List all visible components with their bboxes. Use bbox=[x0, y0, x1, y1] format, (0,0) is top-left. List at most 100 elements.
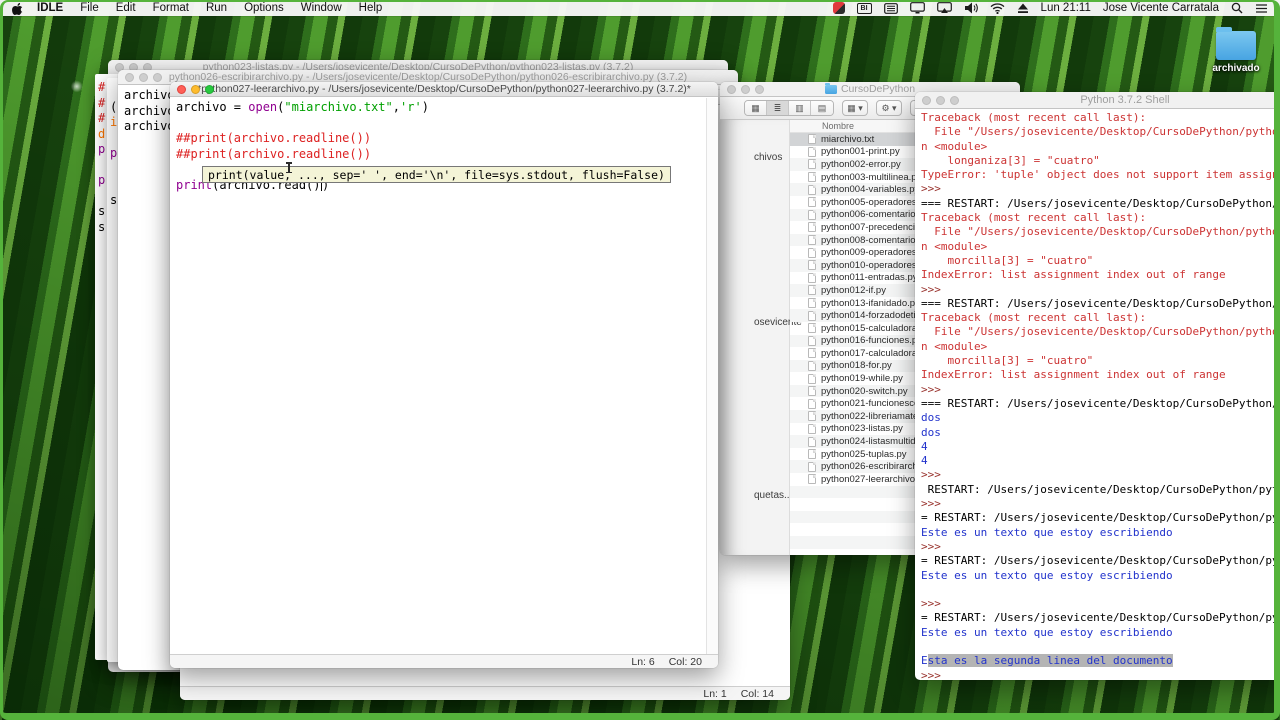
text-span: >>> bbox=[921, 182, 948, 196]
minimize-button[interactable] bbox=[741, 84, 750, 94]
editor-status-bar: Ln: 1 Col: 14 bbox=[180, 686, 790, 700]
menu-file[interactable]: File bbox=[80, 2, 99, 14]
text-line: >>> bbox=[921, 283, 1280, 297]
close-button[interactable] bbox=[922, 95, 931, 105]
menu-clock[interactable]: Lun 21:11 bbox=[1041, 2, 1091, 14]
red-app-icon[interactable] bbox=[832, 2, 845, 14]
folder-label: archivado bbox=[1212, 63, 1260, 74]
text-span: Este es un texto que estoy escribiendo bbox=[921, 625, 1173, 639]
zoom-button[interactable] bbox=[950, 95, 959, 105]
text-span: # bbox=[98, 111, 106, 125]
menu-status-area: BI Lun 21:11 Jose Vicente Carratala bbox=[832, 2, 1268, 14]
icon-view-button[interactable]: ▦ bbox=[745, 101, 767, 115]
text-span: === RESTART: /Users/josevicente/Desktop/… bbox=[921, 296, 1279, 310]
menu-options[interactable]: Options bbox=[244, 2, 284, 14]
minimize-button[interactable] bbox=[936, 95, 945, 105]
close-button[interactable] bbox=[727, 84, 736, 94]
text-span: TypeError: 'tuple' object does not suppo… bbox=[921, 168, 1279, 182]
menu-help[interactable]: Help bbox=[359, 2, 383, 14]
text-span: File "/Users/josevicente/Desktop/CursoDe… bbox=[921, 225, 1279, 239]
volume-icon[interactable] bbox=[964, 2, 978, 14]
spotlight-icon[interactable] bbox=[1231, 2, 1243, 14]
zoom-button[interactable] bbox=[153, 72, 162, 82]
file-name: python015-calculadora.p bbox=[821, 322, 926, 334]
text-line: Esta es la segunda linea del documento bbox=[921, 654, 1280, 668]
text-span: dos bbox=[921, 411, 941, 425]
wifi-icon[interactable] bbox=[990, 2, 1005, 14]
text-span: >>> bbox=[921, 497, 948, 511]
apple-menu-icon[interactable] bbox=[12, 2, 23, 15]
sidebar-item[interactable]: chivos bbox=[754, 152, 782, 163]
menu-user-name[interactable]: Jose Vicente Carratala bbox=[1103, 2, 1219, 14]
text-span: Este es un texto que estoy escribiendo bbox=[921, 568, 1173, 582]
display-icon[interactable] bbox=[909, 2, 925, 14]
keyboard-icon[interactable] bbox=[883, 2, 898, 14]
close-button[interactable] bbox=[125, 72, 134, 82]
list-view-button[interactable]: ≣ bbox=[767, 101, 789, 115]
shell-text-area[interactable]: Traceback (most recent call last): File … bbox=[915, 109, 1280, 680]
text-line: dos bbox=[921, 411, 1280, 425]
file-name: python011-entradas.py bbox=[821, 272, 918, 284]
line-indicator: Ln: 6 bbox=[631, 655, 655, 668]
view-switcher: ▦ ≣ ▥ ▤ bbox=[744, 100, 834, 116]
file-name: python001-print.py bbox=[821, 146, 900, 158]
close-button[interactable] bbox=[177, 84, 186, 94]
menu-format[interactable]: Format bbox=[153, 2, 189, 14]
text-line bbox=[921, 583, 1280, 597]
text-line: IndexError: list assignment index out of… bbox=[921, 268, 1280, 282]
vertical-scrollbar[interactable] bbox=[706, 98, 718, 654]
text-line: >>> bbox=[921, 182, 1280, 196]
text-span: p bbox=[98, 142, 106, 156]
text-line: = RESTART: /Users/josevicente/Desktop/Cu… bbox=[921, 511, 1280, 525]
minimize-button[interactable] bbox=[191, 84, 200, 94]
bi-icon[interactable]: BI bbox=[856, 2, 872, 14]
sidebar-item[interactable]: quetas... bbox=[754, 490, 792, 501]
menu-idle[interactable]: IDLE bbox=[37, 2, 63, 14]
minimize-button[interactable] bbox=[139, 72, 148, 82]
zoom-button[interactable] bbox=[205, 84, 214, 94]
zoom-button[interactable] bbox=[755, 84, 764, 94]
coverflow-view-button[interactable]: ▤ bbox=[811, 101, 833, 115]
text-span: sta es la segunda linea del documento bbox=[927, 654, 1173, 668]
text-line: Traceback (most recent call last): bbox=[921, 111, 1280, 125]
text-span: archivo = bbox=[176, 100, 249, 114]
text-line: = RESTART: /Users/josevicente/Desktop/Cu… bbox=[921, 554, 1280, 568]
folder-icon bbox=[1216, 27, 1256, 60]
python-shell-window: Python 3.7.2 Shell Traceback (most recen… bbox=[915, 92, 1280, 680]
text-line: === RESTART: /Users/josevicente/Desktop/… bbox=[921, 197, 1280, 211]
text-line bbox=[921, 640, 1280, 654]
text-span: 'r' bbox=[400, 100, 422, 114]
text-line bbox=[176, 116, 718, 132]
text-file-icon bbox=[808, 134, 816, 145]
python-file-icon bbox=[808, 184, 816, 195]
airplay-icon[interactable] bbox=[936, 2, 952, 14]
python-file-icon bbox=[808, 323, 816, 334]
text-line: File "/Users/josevicente/Desktop/CursoDe… bbox=[921, 325, 1280, 339]
text-span: morcilla[3] = "cuatro" bbox=[921, 253, 1094, 267]
text-span: "miarchivo.txt" bbox=[284, 100, 393, 114]
file-name: python018-for.py bbox=[821, 360, 892, 372]
text-line: >>> bbox=[921, 497, 1280, 511]
menu-run[interactable]: Run bbox=[206, 2, 227, 14]
file-name: python013-ifanidado.py bbox=[821, 297, 920, 309]
menu-edit[interactable]: Edit bbox=[116, 2, 136, 14]
menu-window[interactable]: Window bbox=[301, 2, 342, 14]
python-file-icon bbox=[808, 373, 816, 384]
action-menu-button[interactable]: ⚙ ▾ bbox=[876, 100, 902, 116]
text-span: File "/Users/josevicente/Desktop/CursoDe… bbox=[921, 325, 1279, 339]
text-line: Este es un texto que estoy escribiendo bbox=[921, 526, 1280, 540]
text-line: TypeError: 'tuple' object does not suppo… bbox=[921, 168, 1280, 182]
notification-center-icon[interactable] bbox=[1255, 3, 1268, 14]
finder-title: CursoDePython bbox=[840, 83, 916, 95]
window-titlebar[interactable]: *python027-leerarchivo.py - /Users/josev… bbox=[170, 82, 718, 97]
desktop-folder-archivado[interactable]: archivado bbox=[1208, 26, 1264, 74]
column-view-button[interactable]: ▥ bbox=[789, 101, 811, 115]
file-name: python014-forzadodetip bbox=[821, 310, 921, 322]
group-menu-button[interactable]: ▦ ▾ bbox=[842, 100, 868, 116]
text-span: >>> bbox=[921, 597, 948, 611]
file-name: python007-precedencia. bbox=[821, 221, 923, 233]
text-span: 4 bbox=[921, 454, 928, 468]
text-line: >>> bbox=[921, 468, 1280, 482]
eject-icon[interactable] bbox=[1017, 3, 1029, 14]
window-titlebar[interactable]: Python 3.7.2 Shell bbox=[915, 92, 1280, 109]
